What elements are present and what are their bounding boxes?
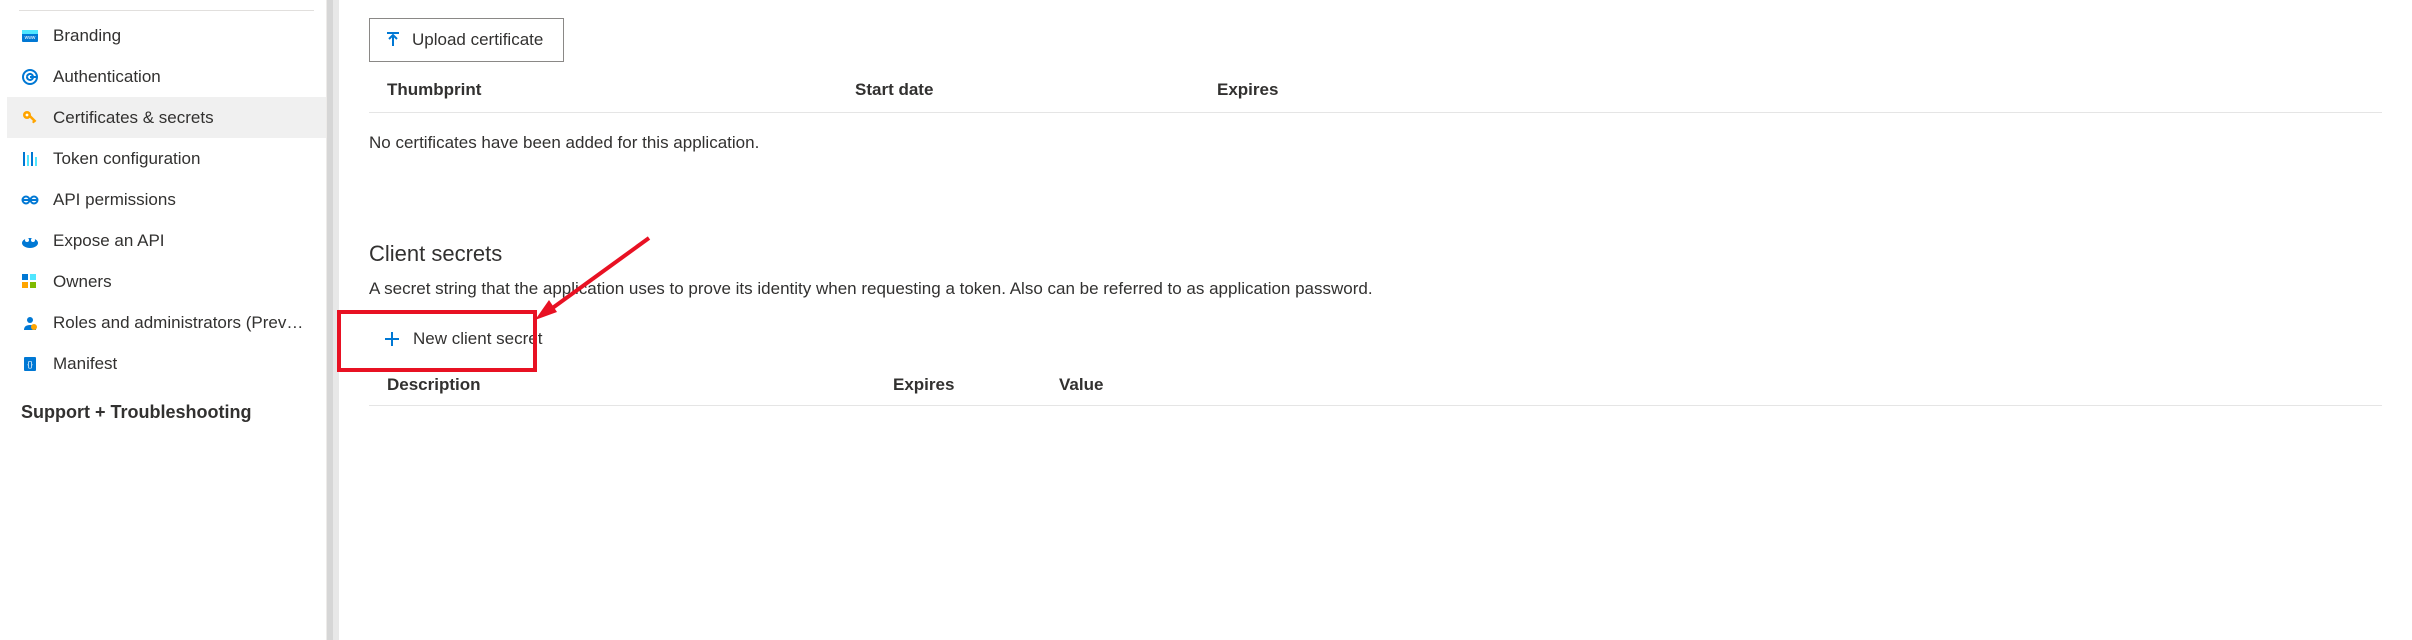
column-value: Value	[1059, 375, 2382, 395]
svg-text:www: www	[25, 35, 36, 41]
sidebar-divider	[19, 10, 314, 11]
sidebar-item-expose-api[interactable]: Expose an API	[7, 220, 326, 261]
column-secret-expires: Expires	[893, 375, 1059, 395]
sidebar-item-label: Branding	[53, 26, 121, 46]
sidebar: www Branding Authentication Certificates…	[7, 0, 327, 640]
column-thumbprint: Thumbprint	[369, 80, 855, 100]
new-client-secret-label: New client secret	[413, 329, 542, 349]
column-expires: Expires	[1217, 80, 2382, 100]
sidebar-item-label: API permissions	[53, 190, 176, 210]
manifest-icon: {}	[21, 355, 39, 373]
sidebar-item-api-permissions[interactable]: API permissions	[7, 179, 326, 220]
column-description: Description	[369, 375, 893, 395]
sidebar-item-manifest[interactable]: {} Manifest	[7, 343, 326, 384]
client-secrets-description: A secret string that the application use…	[369, 279, 2382, 299]
sidebar-item-label: Roles and administrators (Prev…	[53, 313, 303, 333]
sidebar-item-label: Manifest	[53, 354, 117, 374]
upload-certificate-button[interactable]: Upload certificate	[369, 18, 564, 62]
main-content: Upload certificate Thumbprint Start date…	[339, 0, 2412, 640]
sidebar-item-branding[interactable]: www Branding	[7, 15, 326, 56]
branding-icon: www	[21, 27, 39, 45]
sidebar-item-label: Certificates & secrets	[53, 108, 214, 128]
client-secrets-heading: Client secrets	[369, 241, 2382, 267]
owners-icon	[21, 273, 39, 291]
new-client-secret-button[interactable]: New client secret	[379, 321, 552, 357]
sidebar-item-authentication[interactable]: Authentication	[7, 56, 326, 97]
sidebar-item-label: Authentication	[53, 67, 161, 87]
sidebar-item-certificates-secrets[interactable]: Certificates & secrets	[7, 97, 326, 138]
upload-certificate-label: Upload certificate	[412, 30, 543, 50]
certificates-table-header: Thumbprint Start date Expires	[369, 66, 2382, 113]
plus-icon	[383, 330, 401, 348]
api-permissions-icon	[21, 191, 39, 209]
sidebar-item-token-configuration[interactable]: Token configuration	[7, 138, 326, 179]
sidebar-item-owners[interactable]: Owners	[7, 261, 326, 302]
no-certificates-message: No certificates have been added for this…	[369, 113, 2382, 193]
authentication-icon	[21, 68, 39, 86]
sidebar-item-label: Owners	[53, 272, 112, 292]
pane-divider	[327, 0, 339, 640]
sidebar-item-roles-administrators[interactable]: Roles and administrators (Prev…	[7, 302, 326, 343]
sidebar-section-support: Support + Troubleshooting	[7, 384, 326, 429]
column-start-date: Start date	[855, 80, 1217, 100]
svg-text:{}: {}	[27, 360, 33, 369]
secrets-table-header: Description Expires Value	[369, 365, 2382, 406]
upload-icon	[384, 31, 402, 49]
roles-admin-icon	[21, 314, 39, 332]
sidebar-item-label: Expose an API	[53, 231, 165, 251]
expose-api-icon	[21, 232, 39, 250]
key-icon	[21, 109, 39, 127]
sidebar-item-label: Token configuration	[53, 149, 200, 169]
token-config-icon	[21, 150, 39, 168]
